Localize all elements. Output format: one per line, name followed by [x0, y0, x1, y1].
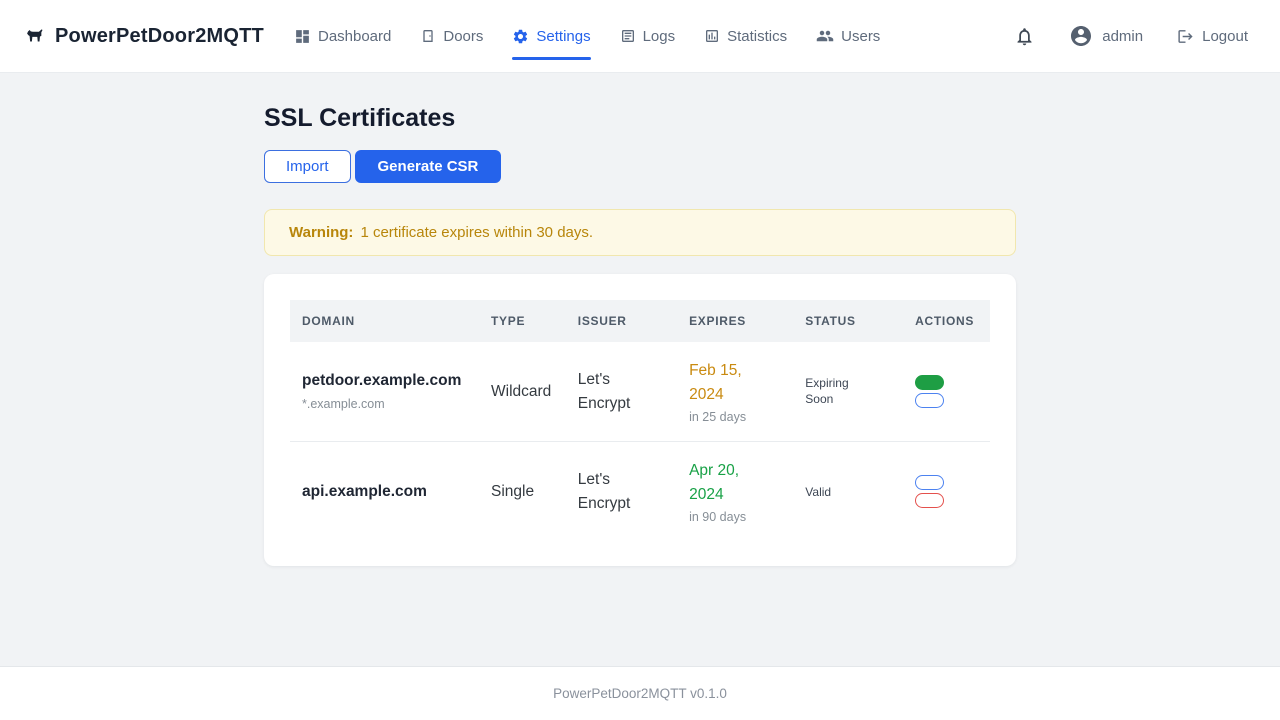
column-header-expires: EXPIRES: [677, 300, 794, 342]
warning-message: 1 certificate expires within 30 days.: [360, 224, 594, 241]
action-button-red[interactable]: [915, 492, 945, 508]
user-menu[interactable]: admin: [1069, 24, 1143, 48]
domain-cell: api.example.com: [290, 441, 479, 542]
actions-cell: [903, 441, 990, 542]
expiry-warning-banner: Warning: 1 certificate expires within 30 …: [264, 209, 1016, 256]
brand-home-link[interactable]: PowerPetDoor2MQTT: [24, 25, 264, 48]
dog-logo-icon: [24, 25, 46, 47]
footer-version-text: PowerPetDoor2MQTT v0.1.0: [553, 686, 727, 701]
expires-date: Apr 20, 2024: [689, 462, 740, 504]
list-icon: [620, 28, 636, 44]
status-cell: Expiring Soon: [793, 342, 903, 442]
expires-cell: Feb 15, 2024 in 25 days: [677, 342, 793, 442]
person-circle-icon: [1069, 24, 1093, 48]
domain-name: api.example.com: [302, 482, 427, 500]
action-button-blue[interactable]: [915, 474, 945, 490]
page-actions: Import Generate CSR: [264, 150, 1016, 183]
logout-button[interactable]: Logout: [1177, 28, 1248, 45]
action-button-green[interactable]: [915, 374, 945, 390]
expires-cell: Apr 20, 2024 in 90 days: [677, 441, 794, 542]
logout-arrow-icon: [1177, 28, 1194, 45]
status-badge: Expiring Soon: [805, 375, 849, 407]
bell-icon: [1014, 26, 1035, 47]
expires-in: in 90 days: [689, 510, 747, 525]
nav-item-doors[interactable]: Doors: [420, 0, 483, 73]
logout-label: Logout: [1202, 27, 1248, 45]
domain-subject-alt: *.example.com: [302, 397, 385, 412]
domain-cell: petdoor.example.com *.example.com: [290, 342, 479, 442]
page-footer: PowerPetDoor2MQTT v0.1.0: [0, 666, 1280, 720]
nav-item-statistics[interactable]: Statistics: [704, 0, 787, 73]
nav-item-dashboard[interactable]: Dashboard: [294, 0, 391, 73]
dashboard-grid-icon: [294, 28, 311, 45]
type-cell: Single: [479, 441, 566, 542]
page-title: SSL Certificates: [264, 104, 456, 132]
table-row: petdoor.example.com *.example.com Wildca…: [290, 342, 990, 442]
import-button[interactable]: Import: [264, 150, 351, 183]
issuer-name: Let's Encrypt: [577, 370, 631, 412]
nav-label: Doors: [443, 27, 484, 45]
column-header-issuer: ISSUER: [565, 300, 678, 342]
expires-date: Feb 15, 2024: [689, 362, 742, 404]
generate-csr-button[interactable]: Generate CSR: [354, 150, 502, 183]
domain-name: petdoor.example.com: [302, 372, 462, 390]
issuer-cell: Let's Encrypt: [565, 441, 678, 542]
issuer-name: Let's Encrypt: [577, 470, 631, 512]
nav-item-logs[interactable]: Logs: [620, 0, 676, 73]
nav-label: Dashboard: [317, 27, 392, 45]
type-cell: Wildcard: [491, 382, 552, 400]
nav-label: Logs: [642, 27, 676, 45]
issuer-cell: Let's Encrypt: [566, 342, 677, 442]
users-icon: [816, 27, 834, 45]
warning-label: Warning:: [289, 224, 354, 241]
table-row: api.example.com Single Let's Encrypt Apr…: [290, 441, 990, 542]
nav-label: Settings: [536, 27, 591, 45]
gear-icon: [512, 28, 529, 45]
table-header-row: DOMAIN TYPE ISSUER EXPIRES STATUS ACTION…: [290, 300, 990, 342]
door-icon: [420, 28, 436, 44]
app-title: PowerPetDoor2MQTT: [55, 24, 264, 47]
expires-in: in 25 days: [689, 410, 747, 425]
topbar-right-section: admin Logout: [1014, 24, 1248, 48]
actions-cell: [903, 342, 990, 442]
nav-item-users[interactable]: Users: [816, 0, 880, 73]
main-content: SSL Certificates Import Generate CSR War…: [0, 73, 1280, 666]
main-nav: Dashboard Doors Settings Logs Statistics: [294, 0, 880, 73]
nav-label: Statistics: [727, 27, 788, 45]
certificates-table: DOMAIN TYPE ISSUER EXPIRES STATUS ACTION…: [290, 300, 990, 542]
status-badge: Valid: [805, 484, 832, 499]
nav-item-settings[interactable]: Settings: [512, 0, 591, 73]
column-header-domain: DOMAIN: [290, 300, 479, 342]
nav-label: Users: [841, 27, 881, 45]
column-header-status: STATUS: [793, 300, 904, 342]
status-cell: Valid: [793, 441, 904, 542]
top-navigation-bar: PowerPetDoor2MQTT Dashboard Doors Settin…: [0, 0, 1280, 73]
bar-chart-icon: [704, 28, 720, 44]
action-button-blue[interactable]: [915, 392, 945, 408]
certificates-card: DOMAIN TYPE ISSUER EXPIRES STATUS ACTION…: [264, 274, 1016, 567]
column-header-type: TYPE: [479, 300, 566, 342]
username-label: admin: [1102, 27, 1144, 45]
column-header-actions: ACTIONS: [903, 300, 990, 342]
notifications-bell-button[interactable]: [1014, 26, 1035, 47]
